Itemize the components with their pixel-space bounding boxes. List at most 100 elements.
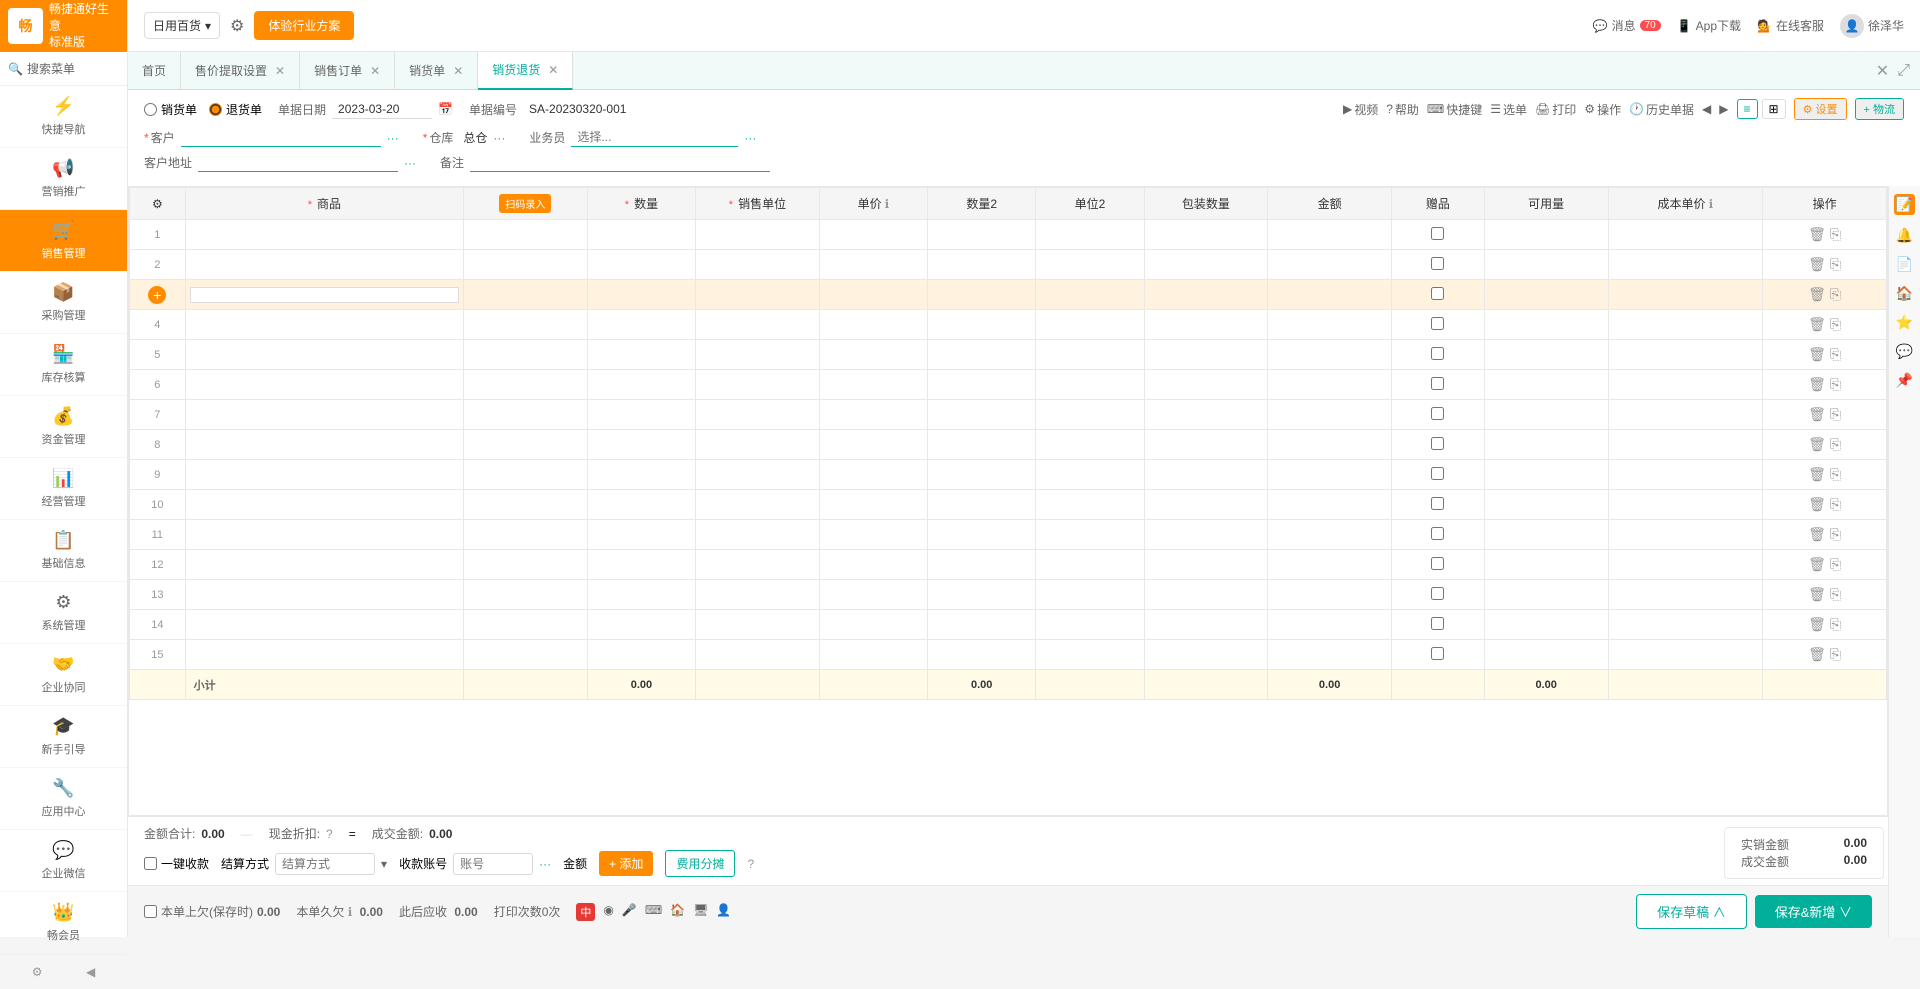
gift-checkbox[interactable]: [1431, 647, 1444, 660]
row-delete-btn[interactable]: 🗑: [1808, 586, 1826, 603]
salesperson-dots[interactable]: ···: [744, 131, 756, 145]
gift-checkbox[interactable]: [1431, 407, 1444, 420]
gift-checkbox[interactable]: [1431, 617, 1444, 630]
tab-sales-order[interactable]: 销售订单 ✕: [300, 52, 395, 90]
sales-out-radio[interactable]: 销货单: [144, 101, 197, 118]
input-icon[interactable]: ◉: [603, 903, 613, 921]
row-delete-btn[interactable]: 🗑: [1808, 226, 1826, 243]
row-delete-btn[interactable]: 🗑: [1808, 346, 1826, 363]
detail-view-btn[interactable]: ⊞: [1762, 99, 1786, 119]
user-item[interactable]: 👤 徐泽华: [1840, 14, 1904, 38]
help-btn[interactable]: ? 帮助: [1386, 101, 1419, 118]
right-sidebar-home-icon[interactable]: 🏠: [1896, 285, 1913, 302]
tab-close-all-icon[interactable]: ✕: [1876, 61, 1889, 81]
shortcut-btn[interactable]: ⌨ 快捷键: [1427, 101, 1482, 118]
online-service-item[interactable]: 💁 在线客服: [1757, 17, 1824, 34]
sidebar-search[interactable]: 🔍 搜索菜单: [0, 52, 127, 86]
video-btn[interactable]: ▶ 视频: [1343, 101, 1378, 118]
row-copy-btn[interactable]: ⎘: [1830, 616, 1841, 633]
person-icon[interactable]: 👤: [716, 903, 731, 921]
row-delete-btn[interactable]: 🗑: [1808, 646, 1826, 663]
tab-sales-order-close[interactable]: ✕: [370, 64, 380, 78]
col-settings[interactable]: ⚙: [130, 188, 186, 220]
gift-checkbox[interactable]: [1431, 437, 1444, 450]
sidebar-item-inventory[interactable]: 🏪 库存核算: [0, 334, 127, 396]
gift-checkbox[interactable]: [1431, 497, 1444, 510]
sidebar-item-enterprise[interactable]: 🤝 企业协同: [0, 644, 127, 706]
owe-checkbox[interactable]: [144, 905, 157, 918]
gift-checkbox[interactable]: [1431, 257, 1444, 270]
date-input[interactable]: [332, 100, 432, 119]
tab-expand-icon[interactable]: ⤢: [1897, 62, 1910, 80]
next-btn[interactable]: ▶: [1719, 102, 1728, 116]
print-btn[interactable]: 🖨 打印: [1535, 101, 1576, 118]
table-container[interactable]: ⚙ 商品 扫码录入 数量: [128, 186, 1888, 816]
sidebar-item-shortcut[interactable]: ⚡ 快捷导航: [0, 86, 127, 148]
row-copy-btn[interactable]: ⎘: [1830, 376, 1841, 393]
category-dropdown[interactable]: 日用百货 ▾: [144, 12, 220, 39]
row-copy-btn[interactable]: ⎘: [1830, 436, 1841, 453]
row-delete-btn[interactable]: 🗑: [1808, 286, 1826, 303]
tab-sales-return[interactable]: 销货退货 ✕: [478, 52, 573, 90]
goods-cell[interactable]: [185, 220, 463, 250]
keyboard-icon2[interactable]: ⌨: [645, 903, 662, 921]
barcode-btn[interactable]: 扫码录入: [499, 194, 551, 213]
tab-home[interactable]: 首页: [128, 52, 181, 90]
row-copy-btn[interactable]: ⎘: [1830, 526, 1841, 543]
sidebar-item-sales[interactable]: 🛒 销售管理: [0, 210, 127, 272]
gift-checkbox[interactable]: [1431, 317, 1444, 330]
payment-method-input[interactable]: [275, 853, 375, 875]
history-btn[interactable]: 🕐 历史单据: [1629, 101, 1694, 118]
row-copy-btn[interactable]: ⎘: [1830, 406, 1841, 423]
row-copy-btn[interactable]: ⎘: [1830, 256, 1841, 273]
owe-checkbox-item[interactable]: 本单上欠(保存时) 0.00: [144, 903, 280, 920]
fee-btn[interactable]: 费用分摊: [665, 850, 735, 877]
gift-checkbox[interactable]: [1431, 527, 1444, 540]
row-delete-btn[interactable]: 🗑: [1808, 466, 1826, 483]
add-payment-btn[interactable]: + 添加: [599, 851, 653, 876]
right-sidebar-note-icon[interactable]: 📝: [1894, 194, 1915, 215]
settings-btn[interactable]: ⚙ 设置: [1794, 98, 1847, 120]
salesperson-input[interactable]: [571, 128, 738, 147]
sidebar-item-appstore[interactable]: 🔧 应用中心: [0, 768, 127, 830]
customer-input[interactable]: [181, 128, 381, 147]
sidebar-item-wechat[interactable]: 💬 企业微信: [0, 830, 127, 892]
topbar-settings-icon[interactable]: ⚙: [230, 16, 244, 36]
gift-checkbox[interactable]: [1431, 377, 1444, 390]
right-sidebar-bell-icon[interactable]: 🔔: [1896, 227, 1913, 244]
row-copy-btn[interactable]: ⎘: [1830, 586, 1841, 603]
tab-price-set-close[interactable]: ✕: [275, 64, 285, 78]
tab-sales-out[interactable]: 销货单 ✕: [395, 52, 478, 90]
sidebar-item-purchase[interactable]: 📦 采购管理: [0, 272, 127, 334]
account-input[interactable]: [453, 853, 533, 875]
add-row-btn[interactable]: +: [148, 286, 166, 304]
sidebar-item-member[interactable]: 👑 畅会员: [0, 892, 127, 954]
row-delete-btn[interactable]: 🗑: [1808, 376, 1826, 393]
grid-view-btn[interactable]: ≡: [1737, 99, 1758, 119]
row-delete-btn[interactable]: 🗑: [1808, 496, 1826, 513]
select-btn[interactable]: ☰ 选单: [1490, 101, 1527, 118]
sidebar-settings-icon[interactable]: ⚙: [32, 965, 43, 979]
sidebar-item-operation[interactable]: 📊 经营管理: [0, 458, 127, 520]
remark-input[interactable]: [470, 153, 770, 172]
operate-btn[interactable]: ⚙ 操作: [1584, 101, 1621, 118]
customer-dots[interactable]: ···: [387, 131, 399, 145]
sidebar-collapse-icon[interactable]: ◀: [86, 965, 95, 979]
row-delete-btn[interactable]: 🗑: [1808, 436, 1826, 453]
row-delete-btn[interactable]: 🗑: [1808, 526, 1826, 543]
unit-cell[interactable]: [696, 220, 820, 250]
prev-btn[interactable]: ◀: [1702, 102, 1711, 116]
payment-account-dots[interactable]: ▾: [381, 857, 387, 871]
tab-sales-return-close[interactable]: ✕: [548, 63, 558, 77]
goods-input[interactable]: [190, 287, 459, 303]
sidebar-item-newbie[interactable]: 🎓 新手引导: [0, 706, 127, 768]
right-sidebar-star-icon[interactable]: ⭐: [1896, 314, 1913, 331]
sidebar-item-system[interactable]: ⚙ 系统管理: [0, 582, 127, 644]
one-click-checkbox[interactable]: [144, 857, 157, 870]
gift-checkbox[interactable]: [1431, 347, 1444, 360]
row-copy-btn[interactable]: ⎘: [1830, 556, 1841, 573]
row-copy-btn[interactable]: ⎘: [1830, 286, 1841, 303]
qty-cell[interactable]: [587, 220, 695, 250]
row-delete-btn[interactable]: 🗑: [1808, 406, 1826, 423]
row-copy-btn[interactable]: ⎘: [1830, 226, 1841, 243]
